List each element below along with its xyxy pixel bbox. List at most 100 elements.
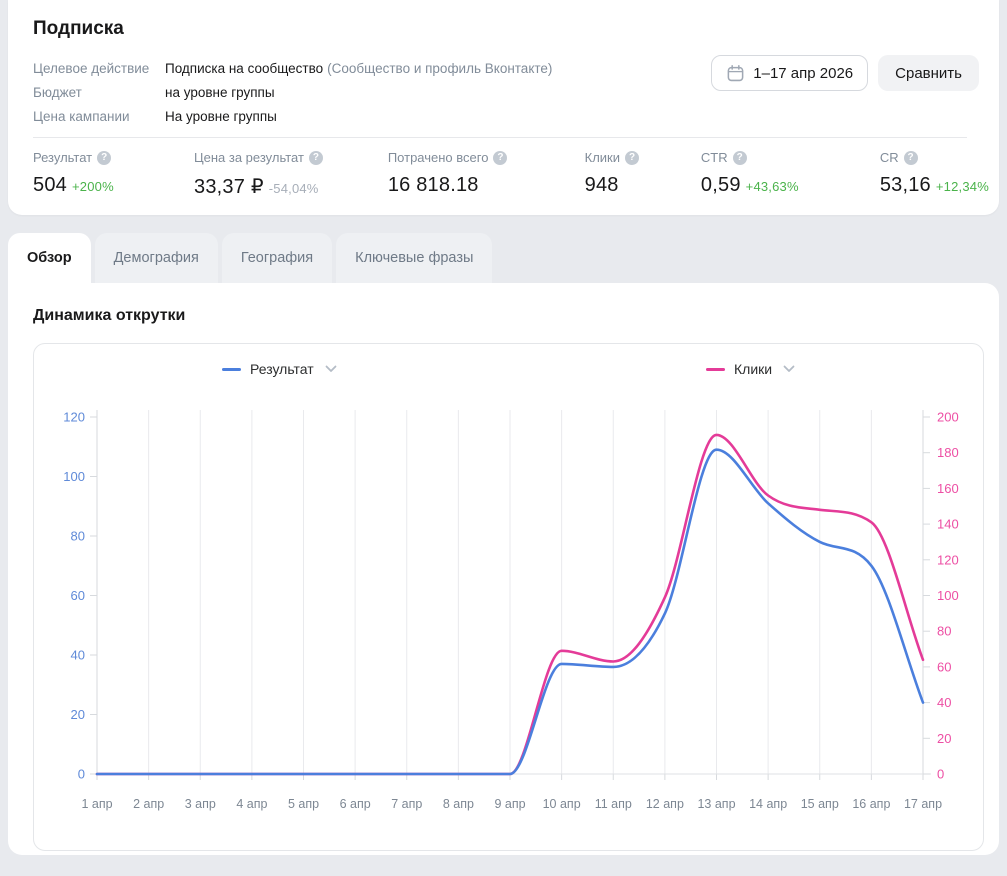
svg-text:17 апр: 17 апр xyxy=(904,797,942,811)
stat-label: CR? xyxy=(880,150,989,165)
stat-label-text: Клики xyxy=(584,150,620,165)
stat-label: Цена за результат? xyxy=(194,150,388,165)
svg-text:80: 80 xyxy=(71,529,85,544)
header-controls: 1–17 апр 2026 Сравнить xyxy=(711,55,979,91)
svg-text:10 апр: 10 апр xyxy=(543,797,581,811)
date-range-button[interactable]: 1–17 апр 2026 xyxy=(711,55,869,91)
date-range-label: 1–17 апр 2026 xyxy=(753,64,854,82)
campaign-title: Подписка xyxy=(33,18,124,39)
svg-text:2 апр: 2 апр xyxy=(133,797,164,811)
calendar-icon xyxy=(726,64,745,83)
help-icon[interactable]: ? xyxy=(903,150,918,165)
svg-text:12 апр: 12 апр xyxy=(646,797,684,811)
svg-text:40: 40 xyxy=(937,695,951,710)
field-note: (Сообщество и профиль Вконтакте) xyxy=(327,60,553,76)
overview-panel: Динамика открутки Результат Клики 1 апр 2 … xyxy=(8,283,999,855)
svg-text:160: 160 xyxy=(937,481,959,496)
tab-ключевые-фразы[interactable]: Ключевые фразы xyxy=(336,233,493,283)
stat-value-row: 0,59 +43,63% xyxy=(701,174,880,197)
svg-text:200: 200 xyxy=(937,410,959,425)
svg-text:11 апр: 11 апр xyxy=(595,797,632,811)
stat-label-text: CTR xyxy=(700,150,728,165)
stat-label: CTR? xyxy=(701,150,880,165)
svg-text:20: 20 xyxy=(71,707,85,722)
tab-демография[interactable]: Демография xyxy=(94,233,218,283)
field-row: Цена кампании На уровне группы xyxy=(33,104,552,128)
svg-text:7 апр: 7 апр xyxy=(391,797,422,811)
stat-label-text: Результат xyxy=(33,150,93,165)
svg-text:0: 0 xyxy=(937,767,944,782)
svg-text:8 апр: 8 апр xyxy=(443,797,474,811)
svg-text:120: 120 xyxy=(937,552,959,567)
stats-separator xyxy=(33,137,967,138)
stat-label: Клики? xyxy=(585,150,701,165)
stat-delta: +12,34% xyxy=(935,179,989,194)
stat-label-text: CR xyxy=(879,150,899,165)
field-value: Подписка на сообщество xyxy=(165,60,324,76)
svg-text:15 апр: 15 апр xyxy=(801,797,839,811)
field-label: Цена кампании xyxy=(33,108,130,124)
tab-география[interactable]: География xyxy=(221,233,333,283)
svg-text:20: 20 xyxy=(937,731,951,746)
svg-text:180: 180 xyxy=(937,445,959,460)
svg-text:60: 60 xyxy=(71,588,85,603)
stat-block: Клики? 948 xyxy=(585,147,701,199)
field-row: Бюджет на уровне группы xyxy=(33,80,552,104)
vk-ads-campaign-stats-page: { "header": { "title": "Подписка", "fiel… xyxy=(0,0,1007,876)
field-label: Бюджет xyxy=(33,84,82,100)
stat-value-row: 16 818.18 xyxy=(388,174,585,197)
stat-delta: +200% xyxy=(71,179,114,194)
line-chart: 1 апр 2 апр 3 апр 4 апр 5 апр 6 апр 7 апр 8 апр… xyxy=(63,410,959,812)
svg-text:100: 100 xyxy=(63,469,85,484)
chart-card: Результат Клики 1 апр 2 апр 3 апр 4 апр 5 апр… xyxy=(33,343,984,851)
stat-block: CTR? 0,59 +43,63% xyxy=(701,147,880,199)
svg-text:13 апр: 13 апр xyxy=(697,797,735,811)
tab-обзор[interactable]: Обзор xyxy=(8,233,91,283)
svg-text:120: 120 xyxy=(63,410,85,425)
svg-text:3 апр: 3 апр xyxy=(185,797,216,811)
stat-label-text: Потрачено всего xyxy=(387,150,489,165)
stat-value-row: 504 +200% xyxy=(33,174,194,197)
stat-value: 33,37 ₽ xyxy=(194,176,264,198)
svg-text:40: 40 xyxy=(71,648,85,663)
campaign-fields: Целевое действие Подписка на сообщество (С… xyxy=(33,56,552,128)
svg-text:16 апр: 16 апр xyxy=(852,797,890,811)
compare-button[interactable]: Сравнить xyxy=(878,55,979,91)
field-row: Целевое действие Подписка на сообщество (С… xyxy=(33,56,552,80)
stat-delta: -54,04% xyxy=(268,181,319,196)
svg-text:80: 80 xyxy=(937,624,951,639)
stat-value-row: 33,37 ₽ -54,04% xyxy=(194,174,388,199)
svg-text:0: 0 xyxy=(78,767,85,782)
stat-value: 16 818.18 xyxy=(387,174,479,196)
help-icon[interactable]: ? xyxy=(308,150,323,165)
svg-text:60: 60 xyxy=(937,659,951,674)
svg-text:4 апр: 4 апр xyxy=(236,797,267,811)
svg-text:14 апр: 14 апр xyxy=(749,797,787,811)
stat-label: Потрачено всего? xyxy=(388,150,585,165)
stat-label: Результат? xyxy=(33,150,194,165)
stat-block: CR? 53,16 +12,34% xyxy=(880,147,989,199)
help-icon[interactable]: ? xyxy=(625,150,639,165)
stat-value: 504 xyxy=(33,174,67,196)
help-icon[interactable]: ? xyxy=(732,150,747,165)
stat-value: 948 xyxy=(584,174,619,196)
stat-block: Цена за результат? 33,37 ₽ -54,04% xyxy=(194,147,388,199)
stat-value-row: 948 xyxy=(585,174,701,197)
help-icon[interactable]: ? xyxy=(97,150,112,165)
stat-block: Результат? 504 +200% xyxy=(33,147,194,199)
stat-delta: +43,63% xyxy=(745,179,799,194)
field-value: На уровне группы xyxy=(165,108,277,124)
stat-value: 0,59 xyxy=(700,174,741,196)
svg-text:140: 140 xyxy=(937,517,959,532)
help-icon[interactable]: ? xyxy=(493,150,508,165)
svg-text:1 апр: 1 апр xyxy=(81,797,112,811)
campaign-header-card: Подписка Целевое действие Подписка на соо… xyxy=(8,0,999,215)
svg-text:6 апр: 6 апр xyxy=(340,797,371,811)
field-value: на уровне группы xyxy=(165,84,275,100)
svg-text:100: 100 xyxy=(937,588,959,603)
stat-block: Потрачено всего? 16 818.18 xyxy=(388,147,585,199)
field-label: Целевое действие xyxy=(33,60,150,76)
chart-section-title: Динамика открутки xyxy=(33,307,186,324)
stats-row: Результат? 504 +200% Цена за результат? 33,3… xyxy=(33,147,989,199)
tabs-bar: Обзор Демография География Ключевые фразы xyxy=(8,233,493,283)
